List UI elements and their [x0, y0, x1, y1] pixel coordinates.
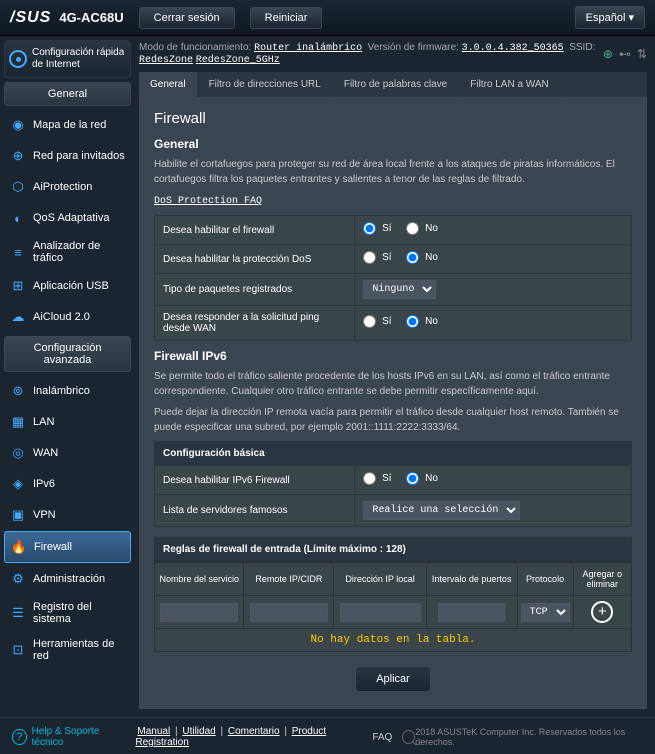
help-link[interactable]: ?Help & Soporte técnico: [12, 726, 123, 748]
ipv6-basic-table: Configuración básica Desea habilitar IPv…: [154, 441, 632, 527]
sidebar-item-lan[interactable]: ▦LAN: [4, 407, 131, 437]
ssid2-link[interactable]: RedesZone_5GHz: [196, 55, 280, 66]
sidebar-icon: ⊚: [9, 382, 27, 400]
faq-link[interactable]: FAQ: [372, 732, 392, 743]
dos-faq-link[interactable]: DoS Protection FAQ: [154, 196, 262, 207]
inbound-rules: Reglas de firewall de entrada (Límite má…: [154, 537, 632, 652]
info-bar: Modo de funcionamiento: Router inalámbri…: [139, 40, 647, 72]
famous-servers-select[interactable]: Realice una selección: [363, 501, 520, 520]
dos-no[interactable]: No: [406, 251, 438, 264]
sidebar-icon: ☰: [9, 604, 27, 622]
dos-yes[interactable]: Sí: [363, 251, 391, 264]
rule-remote-input[interactable]: [250, 603, 329, 622]
footer-link[interactable]: Manual: [137, 726, 170, 737]
firewall-settings-table: Desea habilitar el firewall Sí No Desea …: [154, 215, 632, 341]
sidebar-icon: ◐: [9, 209, 27, 227]
rule-proto-select[interactable]: TCP: [521, 603, 570, 622]
op-mode-link[interactable]: Router inalámbrico: [254, 43, 362, 54]
sidebar-item-wan[interactable]: ◎WAN: [4, 438, 131, 468]
reboot-button[interactable]: Reiniciar: [250, 7, 323, 29]
fw-enable-yes[interactable]: Sí: [363, 222, 391, 235]
sidebar-item-ipv6[interactable]: ◈IPv6: [4, 469, 131, 499]
logout-button[interactable]: Cerrar sesión: [139, 7, 235, 29]
sidebar-item-mapa-de-la-red[interactable]: ◉Mapa de la red: [4, 110, 131, 140]
sidebar-item-vpn[interactable]: ▣VPN: [4, 500, 131, 530]
sidebar-icon: ⊕: [9, 147, 27, 165]
log-packets-select[interactable]: Ninguno: [363, 280, 436, 299]
tab-filtro-lan-a-wan[interactable]: Filtro LAN a WAN: [459, 72, 561, 97]
sidebar-item-analizador-de-tráfico[interactable]: ≡Analizador de tráfico: [4, 234, 131, 270]
model: 4G-AC68U: [59, 10, 123, 25]
no-data-msg: No hay datos en la tabla.: [155, 629, 632, 652]
sidebar-icon: ⚙: [9, 570, 27, 588]
fw-link[interactable]: 3.0.0.4.382_50365: [462, 43, 564, 54]
status-icons: ⊕⊷⇅: [603, 47, 647, 61]
tab-filtro-de-direcciones-url[interactable]: Filtro de direcciones URL: [198, 72, 333, 97]
sidebar-icon: ⊞: [9, 277, 27, 295]
page-title: Firewall: [154, 110, 632, 127]
search-icon[interactable]: [402, 730, 415, 744]
sidebar-item-aicloud-2.0[interactable]: ☁AiCloud 2.0: [4, 302, 131, 332]
sidebar-advanced-head: Configuración avanzada: [4, 336, 131, 372]
sidebar-icon: ◎: [9, 444, 27, 462]
sidebar-item-registro-del-sistema[interactable]: ☰Registro del sistema: [4, 595, 131, 631]
sidebar-item-aiprotection[interactable]: ⬡AiProtection: [4, 172, 131, 202]
sidebar-icon: ◉: [9, 116, 27, 134]
content: Firewall General Habilite el cortafuegos…: [139, 98, 647, 709]
fw-enable-no[interactable]: No: [406, 222, 438, 235]
sidebar-icon: ▦: [9, 413, 27, 431]
section-general-head: General: [154, 137, 632, 151]
quick-icon: [9, 50, 27, 68]
sidebar-icon: ⬡: [9, 178, 27, 196]
main: Modo de funcionamiento: Router inalámbri…: [135, 36, 655, 717]
sidebar-icon: 🔥: [10, 538, 28, 556]
footer-link[interactable]: Utilidad: [182, 726, 215, 737]
quick-setup[interactable]: Configuración rápida de Internet: [4, 40, 131, 78]
footer-link[interactable]: Comentario: [228, 726, 280, 737]
tab-filtro-de-palabras-clave[interactable]: Filtro de palabras clave: [333, 72, 459, 97]
sidebar-general-head: General: [4, 82, 131, 106]
logo: /SUS: [10, 9, 51, 27]
ping-no[interactable]: No: [406, 315, 438, 328]
sidebar-icon: ☁: [9, 308, 27, 326]
general-desc: Habilite el cortafuegos para proteger su…: [154, 157, 632, 187]
rule-service-input[interactable]: [160, 603, 238, 622]
rule-local-input[interactable]: [340, 603, 421, 622]
tab-general[interactable]: General: [139, 72, 198, 97]
footer: ?Help & Soporte técnico Manual | Utilida…: [0, 717, 655, 754]
sidebar-item-herramientas-de-red[interactable]: ⊡Herramientas de red: [4, 632, 131, 668]
sidebar-item-qos-adaptativa[interactable]: ◐QoS Adaptativa: [4, 203, 131, 233]
sidebar-item-inalámbrico[interactable]: ⊚Inalámbrico: [4, 376, 131, 406]
sidebar-icon: ≡: [9, 243, 27, 261]
add-rule-button[interactable]: +: [591, 601, 613, 623]
sidebar-icon: ◈: [9, 475, 27, 493]
ping-yes[interactable]: Sí: [363, 315, 391, 328]
sidebar: Configuración rápida de Internet General…: [0, 36, 135, 717]
sidebar-item-aplicación-usb[interactable]: ⊞Aplicación USB: [4, 271, 131, 301]
section-ipv6-head: Firewall IPv6: [154, 349, 632, 363]
sidebar-item-firewall[interactable]: 🔥Firewall: [4, 531, 131, 563]
language-select[interactable]: Español ▾: [575, 6, 645, 29]
sidebar-icon: ▣: [9, 506, 27, 524]
sidebar-icon: ⊡: [9, 641, 27, 659]
sidebar-item-administración[interactable]: ⚙Administración: [4, 564, 131, 594]
apply-button[interactable]: Aplicar: [355, 666, 431, 692]
tabs: GeneralFiltro de direcciones URLFiltro d…: [139, 72, 647, 98]
ssid1-link[interactable]: RedesZone: [139, 55, 193, 66]
ipv6fw-no[interactable]: No: [406, 472, 438, 485]
ipv6fw-yes[interactable]: Sí: [363, 472, 391, 485]
sidebar-item-red-para-invitados[interactable]: ⊕Red para invitados: [4, 141, 131, 171]
header: /SUS 4G-AC68U Cerrar sesión Reiniciar Es…: [0, 0, 655, 36]
copyright: 2018 ASUSTeK Computer Inc. Reservados to…: [415, 727, 643, 747]
rule-ports-input[interactable]: [438, 603, 505, 622]
